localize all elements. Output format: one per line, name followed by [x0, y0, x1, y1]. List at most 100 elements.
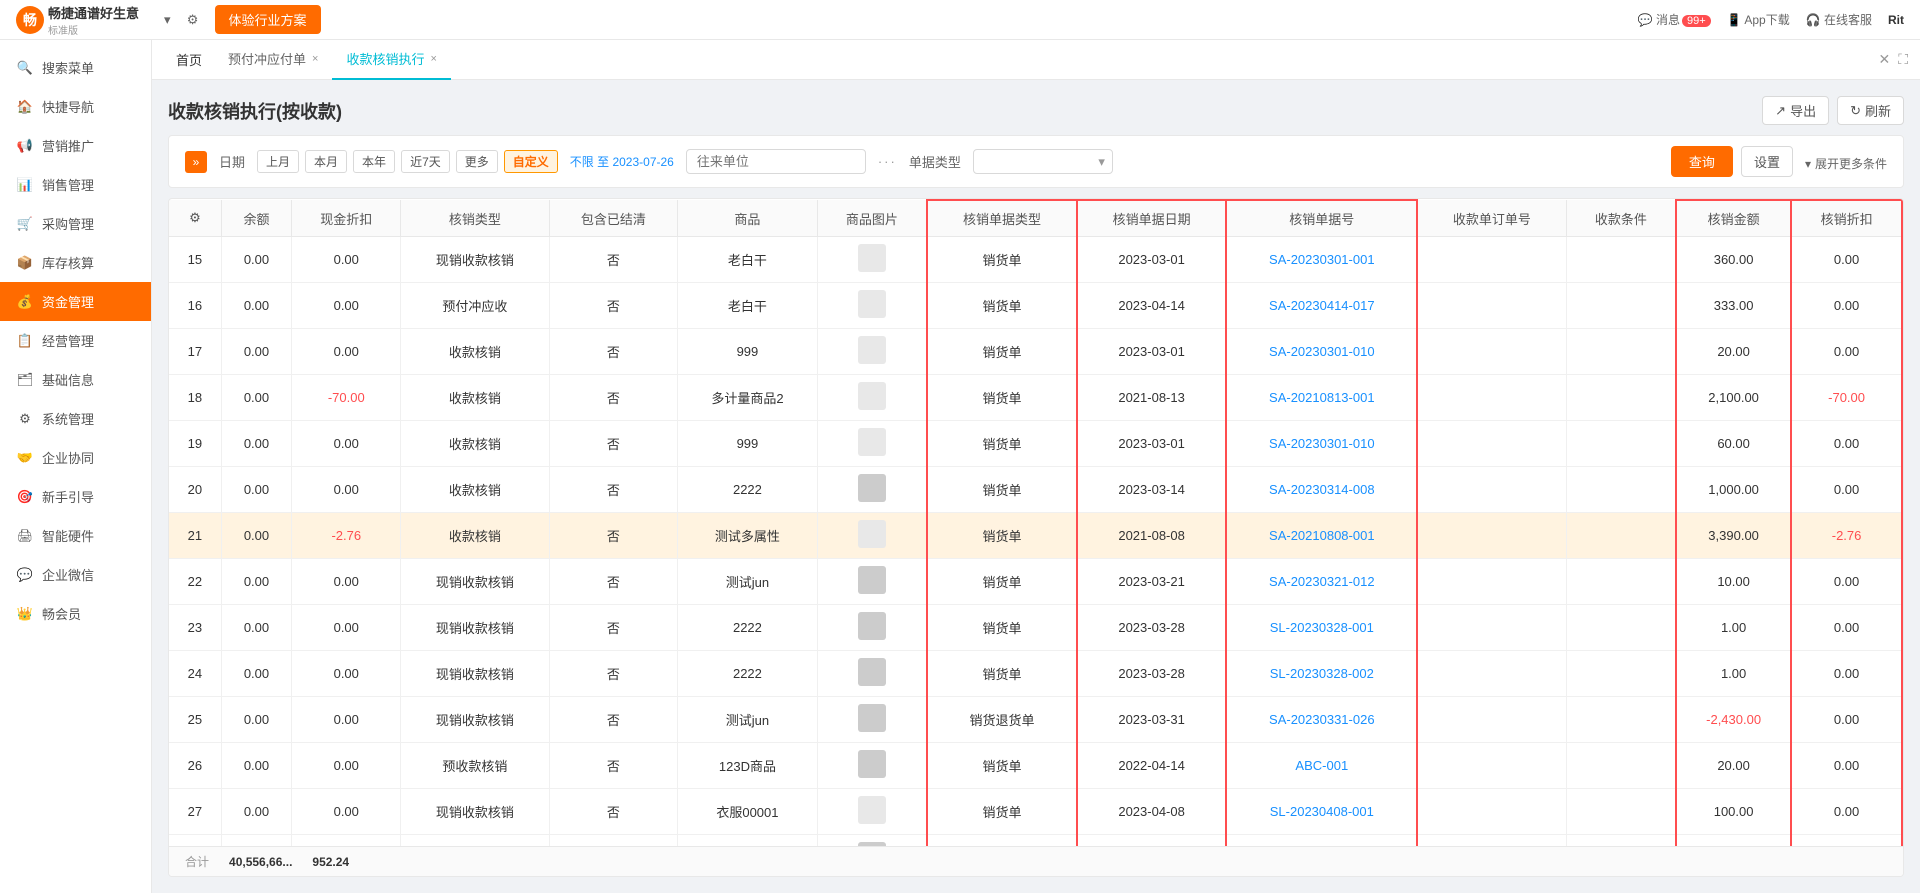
- row-balance: 0.00: [221, 467, 291, 513]
- refresh-button[interactable]: ↻ 刷新: [1837, 96, 1904, 125]
- sidebar-item-marketing[interactable]: 📢 营销推广: [0, 126, 151, 165]
- wechat-icon: 💬: [16, 566, 34, 584]
- row-verify-bill-date: 2023-03-28: [1077, 651, 1227, 697]
- sales-icon: 📊: [16, 176, 34, 194]
- sidebar-item-inventory[interactable]: 📦 库存核算: [0, 243, 151, 282]
- row-verify-bill-no[interactable]: SA-20210808-001: [1226, 513, 1417, 559]
- table-scroll[interactable]: ⚙ 余额 现金折扣 核销类型 包含已结清 商品 商品图片 核销单据类型 核销单据…: [169, 199, 1903, 846]
- table-row: 22 0.00 0.00 现销收款核销 否 测试jun 销货单 2023-03-…: [169, 559, 1902, 605]
- filter-settings-button[interactable]: 设置: [1741, 146, 1793, 177]
- col-include-settled: 包含已结清: [549, 200, 678, 237]
- query-button[interactable]: 查询: [1671, 146, 1733, 177]
- row-num: 26: [169, 743, 221, 789]
- sidebar-item-search[interactable]: 🔍 搜索菜单: [0, 48, 151, 87]
- table-footer: 合计 40,556,66... 952.24: [169, 846, 1903, 876]
- export-icon: ↗: [1775, 103, 1786, 119]
- table-row: 15 0.00 0.00 现销收款核销 否 老白干 销货单 2023-03-01…: [169, 237, 1902, 283]
- row-verify-bill-no[interactable]: SL-20230328-001: [1226, 605, 1417, 651]
- row-verify-bill-no[interactable]: SA-20210813-001: [1226, 375, 1417, 421]
- row-verify-amount: 20.00: [1676, 329, 1791, 375]
- row-cash-discount: 0.00: [292, 789, 401, 835]
- sidebar-item-ops[interactable]: 📋 经营管理: [0, 321, 151, 360]
- row-verify-bill-no[interactable]: SA-20230414-017: [1226, 283, 1417, 329]
- message-btn[interactable]: 💬 消息99+: [1638, 11, 1711, 28]
- sidebar-item-member[interactable]: 👑 畅会员: [0, 594, 151, 633]
- sidebar-item-wechat[interactable]: 💬 企业微信: [0, 555, 151, 594]
- sidebar-item-sales[interactable]: 📊 销售管理: [0, 165, 151, 204]
- date-7days[interactable]: 近7天: [401, 150, 450, 173]
- maximize-icon[interactable]: ⛶: [1898, 51, 1908, 68]
- row-receipt-order-no: [1417, 559, 1566, 605]
- row-verify-amount: 1.00: [1676, 651, 1791, 697]
- settings-icon[interactable]: ⚙: [179, 6, 207, 34]
- row-verify-bill-no[interactable]: SA-20230301-010: [1226, 421, 1417, 467]
- row-receipt-condition: [1566, 789, 1676, 835]
- product-thumbnail: [858, 612, 886, 640]
- row-verify-amount: 100.00: [1676, 789, 1791, 835]
- date-more[interactable]: 更多: [456, 150, 498, 173]
- row-verify-bill-no[interactable]: SA-20230331-026: [1226, 697, 1417, 743]
- row-verify-bill-no[interactable]: SA-20230301-010: [1226, 329, 1417, 375]
- product-thumbnail: [858, 750, 886, 778]
- online-service-btn[interactable]: 🎧 在线客服: [1806, 11, 1872, 28]
- row-verify-bill-no[interactable]: SL-20230408-001: [1226, 789, 1417, 835]
- voucher-type-select[interactable]: [973, 149, 1113, 174]
- row-verify-type: 收款核销: [401, 329, 549, 375]
- filter-expand-button[interactable]: »: [185, 151, 207, 173]
- tab-prepay-close[interactable]: ×: [312, 53, 318, 65]
- date-last-month[interactable]: 上月: [257, 150, 299, 173]
- search-icon: 🔍: [16, 59, 34, 77]
- app-dropdown[interactable]: [164, 12, 171, 28]
- row-verify-type: 现销收款核销: [401, 789, 549, 835]
- sidebar-item-finance[interactable]: 💰 资金管理: [0, 282, 151, 321]
- tab-prepay[interactable]: 预付冲应付单 ×: [214, 40, 332, 80]
- product-thumbnail: [858, 428, 886, 456]
- close-window-icon[interactable]: ✕: [1878, 51, 1890, 68]
- tab-verify-close[interactable]: ×: [430, 53, 436, 65]
- solution-button[interactable]: 体验行业方案: [215, 5, 321, 34]
- date-label: 日期: [219, 152, 245, 171]
- date-this-month[interactable]: 本月: [305, 150, 347, 173]
- row-verify-bill-date: 2023-03-01: [1077, 421, 1227, 467]
- row-verify-bill-no[interactable]: SA-20230321-012: [1226, 559, 1417, 605]
- sidebar-item-hardware[interactable]: 🖨 智能硬件: [0, 516, 151, 555]
- row-verify-type: 现销收款核销: [401, 559, 549, 605]
- system-icon: ⚙: [16, 410, 34, 428]
- sidebar-item-purchase[interactable]: 🛒 采购管理: [0, 204, 151, 243]
- tab-home[interactable]: 首页: [164, 40, 214, 80]
- row-verify-amount: -2,430.00: [1676, 697, 1791, 743]
- col-settings[interactable]: ⚙: [169, 200, 221, 237]
- row-verify-bill-no[interactable]: SA-20230301-001: [1226, 237, 1417, 283]
- date-this-year[interactable]: 本年: [353, 150, 395, 173]
- row-receipt-condition: [1566, 237, 1676, 283]
- row-verify-bill-no[interactable]: SA-20230314-008: [1226, 467, 1417, 513]
- row-receipt-order-no: [1417, 237, 1566, 283]
- col-verify-discount: 核销折扣: [1791, 200, 1902, 237]
- row-verify-amount: 20.00: [1676, 743, 1791, 789]
- row-product: 999: [678, 421, 817, 467]
- row-verify-bill-no[interactable]: ABC-001: [1226, 743, 1417, 789]
- logo-text: 畅捷通谱好生意 标准版: [48, 3, 139, 37]
- row-verify-bill-no[interactable]: SL-20230418-001: [1226, 835, 1417, 847]
- expand-more-button[interactable]: ▾ 展开更多条件: [1805, 151, 1887, 172]
- app-download-btn[interactable]: 📱 App下载: [1727, 11, 1790, 28]
- row-verify-bill-date: 2023-03-28: [1077, 605, 1227, 651]
- sidebar-item-system[interactable]: ⚙ 系统管理: [0, 399, 151, 438]
- row-include-settled: 否: [549, 651, 678, 697]
- data-table-wrap: ⚙ 余额 现金折扣 核销类型 包含已结清 商品 商品图片 核销单据类型 核销单据…: [168, 198, 1904, 877]
- sidebar-item-guide[interactable]: 🎯 新手引导: [0, 477, 151, 516]
- unit-input[interactable]: [686, 149, 866, 174]
- sidebar-item-label: 畅会员: [42, 604, 81, 623]
- tab-verify[interactable]: 收款核销执行 ×: [332, 40, 450, 80]
- date-custom[interactable]: 自定义: [504, 150, 558, 173]
- sidebar-item-corp[interactable]: 🤝 企业协同: [0, 438, 151, 477]
- row-receipt-condition: [1566, 283, 1676, 329]
- table-row: 23 0.00 0.00 现销收款核销 否 2222 销货单 2023-03-2…: [169, 605, 1902, 651]
- row-receipt-order-no: [1417, 421, 1566, 467]
- page-body: 收款核销执行(按收款) ↗ 导出 ↻ 刷新 » 日期 上月: [152, 80, 1920, 893]
- export-button[interactable]: ↗ 导出: [1762, 96, 1829, 125]
- sidebar-item-quick-nav[interactable]: 🏠 快捷导航: [0, 87, 151, 126]
- sidebar-item-basic[interactable]: 🗂 基础信息: [0, 360, 151, 399]
- row-verify-bill-no[interactable]: SL-20230328-002: [1226, 651, 1417, 697]
- hardware-icon: 🖨: [16, 527, 34, 545]
